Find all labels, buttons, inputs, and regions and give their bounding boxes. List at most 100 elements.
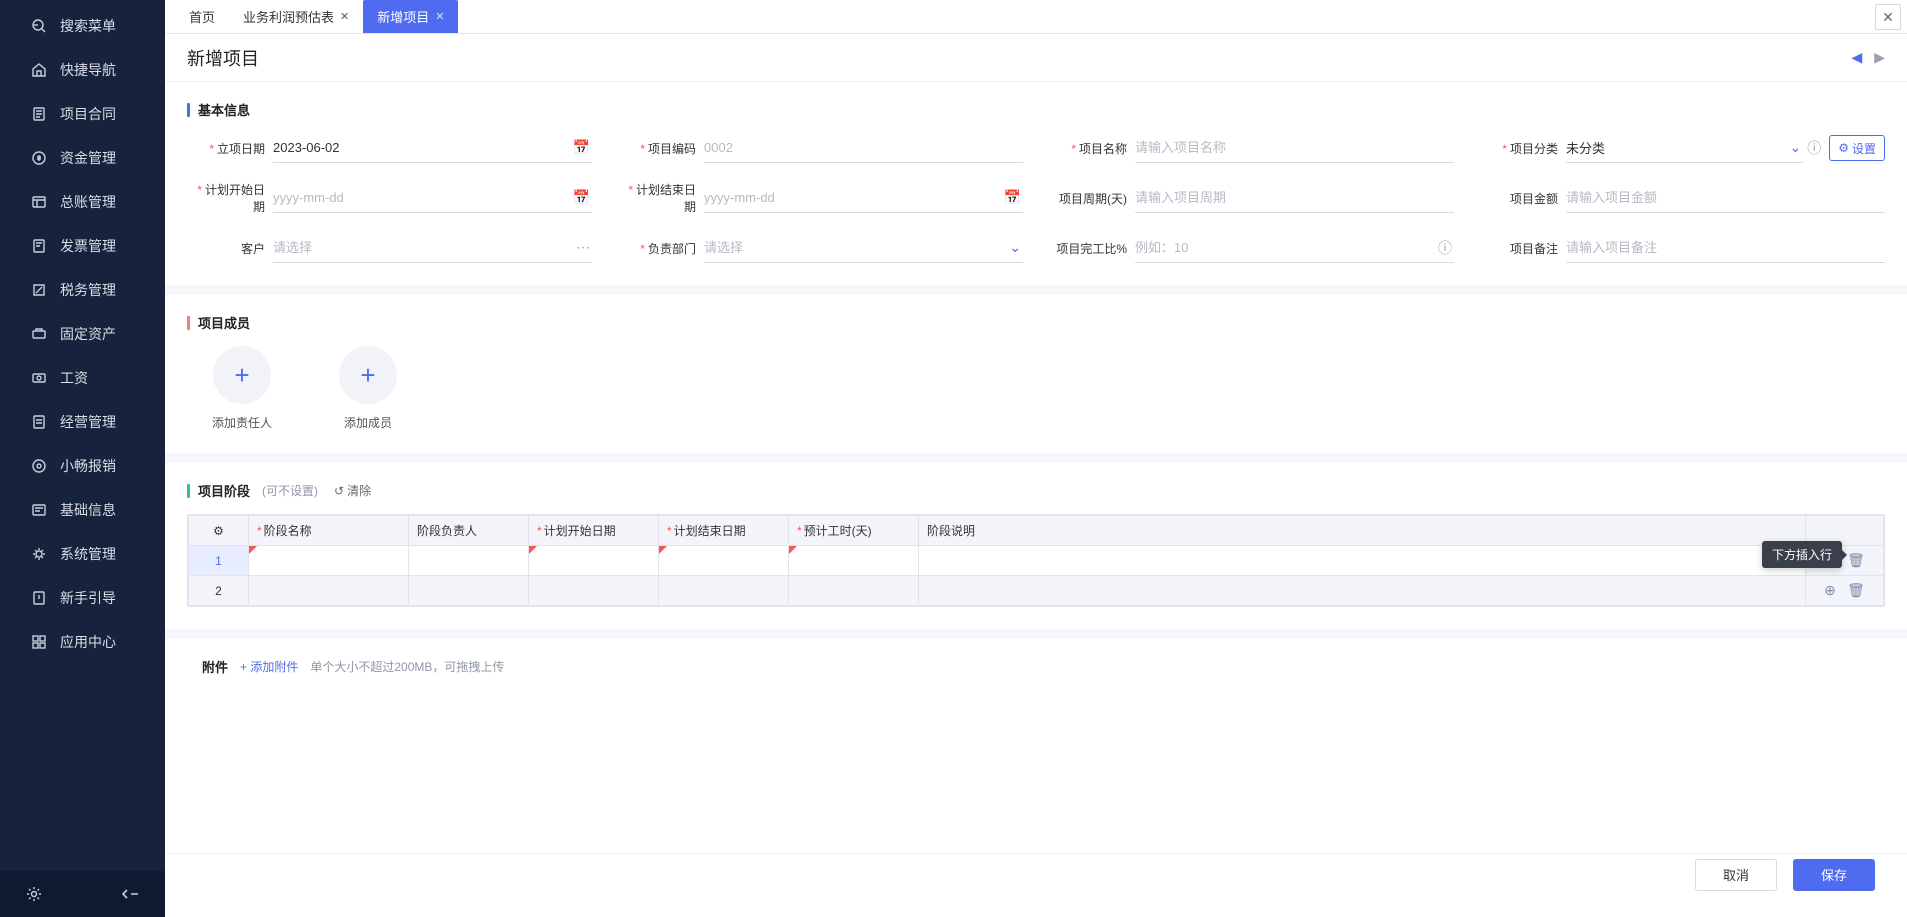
plan-start-input[interactable] xyxy=(273,183,592,212)
save-button[interactable]: 保存 xyxy=(1793,859,1875,891)
cell-desc[interactable] xyxy=(919,546,1806,576)
sidebar-item-label: 搜索菜单 xyxy=(60,16,116,36)
add-attachment-link[interactable]: + 添加附件 xyxy=(240,658,298,675)
calendar-icon[interactable]: 📅 xyxy=(573,189,590,206)
sidebar-item-salary[interactable]: 工资 xyxy=(0,356,165,400)
biz-icon xyxy=(30,413,48,431)
header-start: *计划开始日期 xyxy=(529,516,659,546)
calendar-icon[interactable]: 📅 xyxy=(1004,189,1021,206)
customer-select[interactable] xyxy=(273,233,592,262)
help-icon[interactable]: ⓘ xyxy=(1807,138,1821,158)
tab-new-project[interactable]: 新增项目 ✕ xyxy=(363,0,458,33)
sidebar-item-base[interactable]: 基础信息 xyxy=(0,488,165,532)
table-row[interactable]: 1 ⊕ 🗑 xyxy=(189,546,1884,576)
gear-icon[interactable] xyxy=(26,886,42,902)
cancel-button[interactable]: 取消 xyxy=(1695,859,1777,891)
date-input[interactable] xyxy=(273,133,592,162)
field-label: 项目完工比% xyxy=(1056,242,1127,256)
category-select[interactable] xyxy=(1566,133,1803,162)
add-owner-button[interactable]: + xyxy=(213,346,271,404)
header-gear[interactable]: ⚙ xyxy=(189,516,249,546)
header-owner: 阶段负责人 xyxy=(409,516,529,546)
sidebar-item-asset[interactable]: 固定资产 xyxy=(0,312,165,356)
undo-icon: ↺ xyxy=(334,484,344,498)
help-icon[interactable]: ⓘ xyxy=(1438,238,1452,258)
cell-owner[interactable] xyxy=(409,546,529,576)
sidebar-item-label: 固定资产 xyxy=(60,324,116,344)
row-index: 2 xyxy=(189,576,249,606)
sidebar-item-label: 税务管理 xyxy=(60,280,116,300)
next-icon[interactable]: ▶ xyxy=(1874,49,1885,66)
period-input[interactable] xyxy=(1135,183,1454,212)
section-basic: 基本信息 *立项日期 📅 *项目编码 *项目名称 xyxy=(187,82,1885,263)
close-icon[interactable]: ✕ xyxy=(340,10,349,23)
sidebar-item-fund[interactable]: 资金管理 xyxy=(0,136,165,180)
field-remark: 项目备注 xyxy=(1480,233,1885,263)
category-setup-button[interactable]: ⚙ 设置 xyxy=(1829,135,1885,161)
field-label: 项目名称 xyxy=(1079,142,1127,156)
contract-icon xyxy=(30,105,48,123)
cell-est[interactable] xyxy=(789,576,919,606)
cell-end[interactable] xyxy=(659,546,789,576)
stage-table: ⚙ *阶段名称 阶段负责人 *计划开始日期 *计划结束日期 *预计工时(天) 阶… xyxy=(188,515,1884,606)
prev-icon[interactable]: ◀ xyxy=(1851,49,1862,66)
cell-name[interactable] xyxy=(249,576,409,606)
insert-row-icon[interactable]: ⊕ xyxy=(1824,582,1836,599)
page-nav-arrows: ◀ ▶ xyxy=(1851,49,1885,66)
add-member-button[interactable]: + xyxy=(339,346,397,404)
cell-owner[interactable] xyxy=(409,576,529,606)
sidebar-item-search[interactable]: 搜索菜单 xyxy=(0,4,165,48)
name-input[interactable] xyxy=(1135,133,1454,162)
tabs-close-button[interactable]: ✕ xyxy=(1875,4,1901,30)
section-title-members: 项目成员 xyxy=(187,313,1885,332)
sidebar-item-guide[interactable]: 新手引导 xyxy=(0,576,165,620)
sidebar-item-biz[interactable]: 经营管理 xyxy=(0,400,165,444)
add-member: + 添加成员 xyxy=(323,346,413,431)
cell-desc[interactable] xyxy=(919,576,1806,606)
sidebar-item-quicknav[interactable]: 快捷导航 xyxy=(0,48,165,92)
amount-input[interactable] xyxy=(1566,183,1885,212)
plan-end-input[interactable] xyxy=(704,183,1023,212)
progress-input[interactable] xyxy=(1135,233,1454,262)
salary-icon xyxy=(30,369,48,387)
sidebar-item-invoice[interactable]: 发票管理 xyxy=(0,224,165,268)
clear-stages-link[interactable]: ↺ 清除 xyxy=(334,482,371,499)
cell-start[interactable] xyxy=(529,546,659,576)
sidebar-item-ledger[interactable]: 总账管理 xyxy=(0,180,165,224)
chevron-down-icon[interactable]: ⌄ xyxy=(1789,139,1801,156)
collapse-icon[interactable] xyxy=(121,887,139,901)
tax-icon xyxy=(30,281,48,299)
header-est: *预计工时(天) xyxy=(789,516,919,546)
cell-est[interactable] xyxy=(789,546,919,576)
sidebar-item-tax[interactable]: 税务管理 xyxy=(0,268,165,312)
calendar-icon[interactable]: 📅 xyxy=(573,139,590,156)
dept-select[interactable] xyxy=(704,233,1023,262)
sidebar-item-reimburse[interactable]: 小畅报销 xyxy=(0,444,165,488)
cell-end[interactable] xyxy=(659,576,789,606)
sidebar-item-label: 资金管理 xyxy=(60,148,116,168)
sidebar-bottom xyxy=(0,871,165,917)
sidebar-item-system[interactable]: 系统管理 xyxy=(0,532,165,576)
field-label: 项目分类 xyxy=(1510,142,1558,156)
chevron-down-icon[interactable]: ⌄ xyxy=(1009,239,1021,256)
remark-input[interactable] xyxy=(1566,233,1885,262)
field-amount: 项目金额 xyxy=(1480,181,1885,215)
sidebar-item-label: 项目合同 xyxy=(60,104,116,124)
sidebar-item-label: 系统管理 xyxy=(60,544,116,564)
cell-start[interactable] xyxy=(529,576,659,606)
table-row[interactable]: 2 ⊕ 🗑 xyxy=(189,576,1884,606)
sidebar-item-contract[interactable]: 项目合同 xyxy=(0,92,165,136)
delete-row-icon[interactable]: 🗑 xyxy=(1847,552,1865,569)
field-label: 计划结束日期 xyxy=(636,183,696,214)
field-label: 项目备注 xyxy=(1510,242,1558,256)
code-input[interactable] xyxy=(704,133,1023,162)
delete-row-icon[interactable]: 🗑 xyxy=(1847,582,1865,599)
field-progress: 项目完工比% ⓘ xyxy=(1049,233,1454,263)
cell-name[interactable] xyxy=(249,546,409,576)
tab-home[interactable]: 首页 xyxy=(175,0,229,33)
tab-profit-estimate[interactable]: 业务利润预估表 ✕ xyxy=(229,0,363,33)
close-icon[interactable]: ✕ xyxy=(435,10,444,23)
sidebar-item-appstore[interactable]: 应用中心 xyxy=(0,620,165,664)
footer: 取消 保存 xyxy=(165,853,1907,895)
more-icon[interactable]: ⋯ xyxy=(576,239,590,256)
